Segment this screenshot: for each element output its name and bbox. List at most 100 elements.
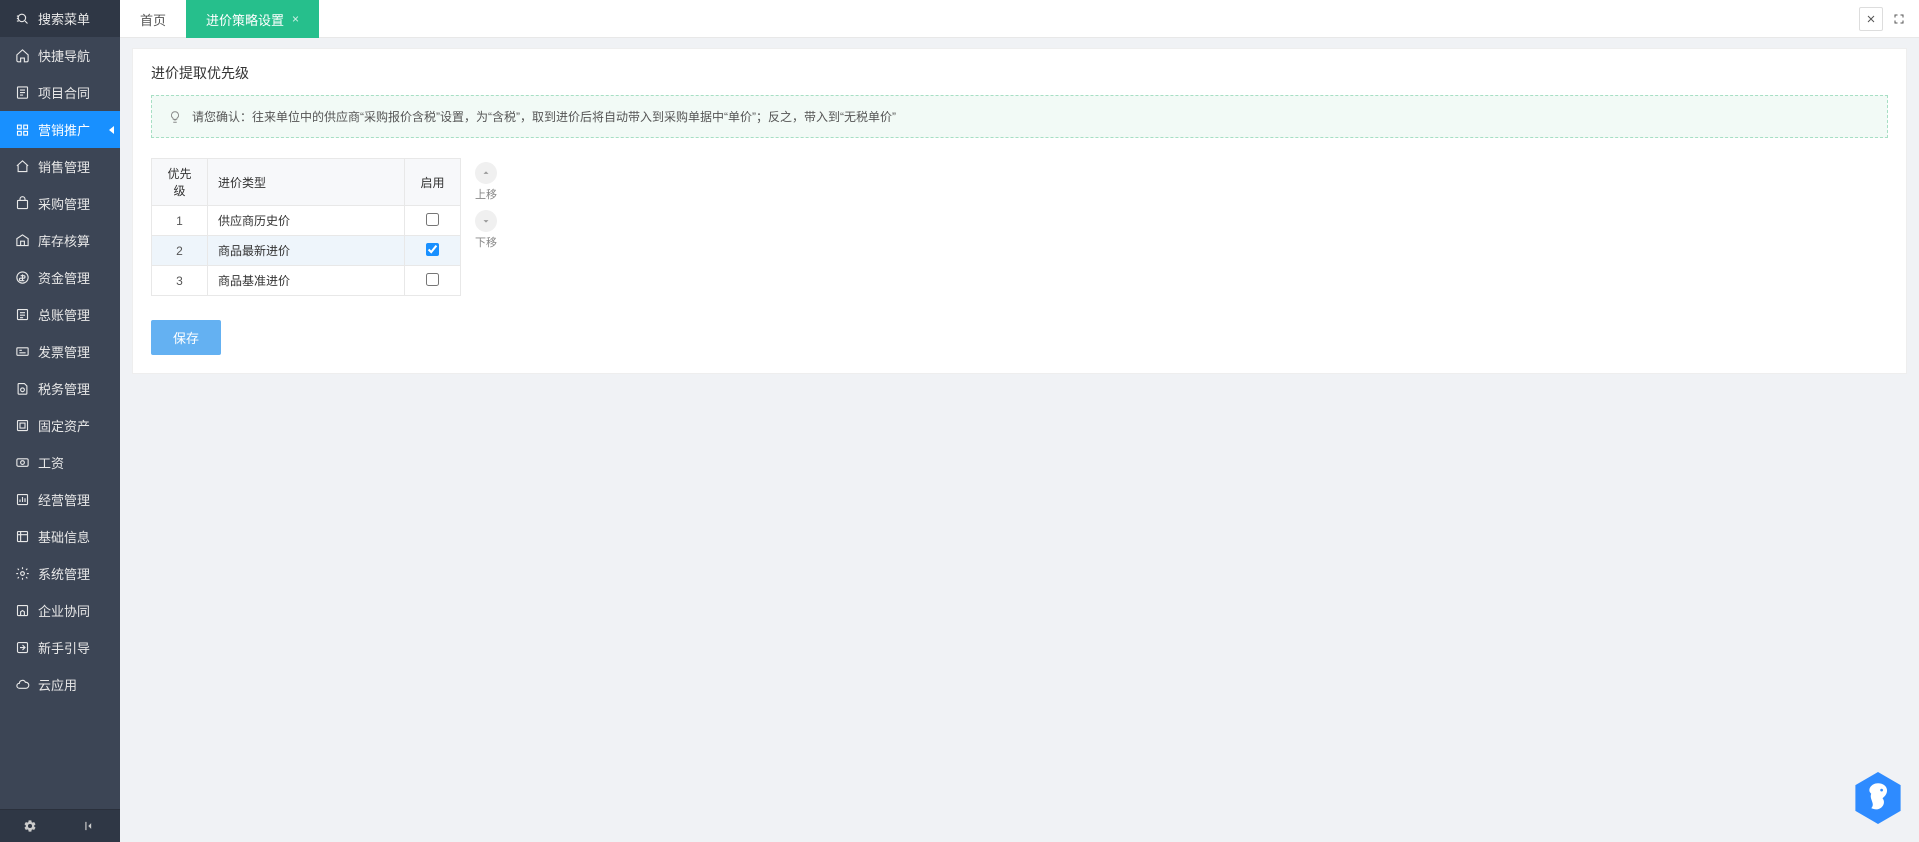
tax-icon [14, 381, 30, 397]
sidebar-item-label: 资金管理 [38, 268, 90, 287]
chevron-up-icon [481, 168, 491, 178]
sidebar-item-coop[interactable]: 企业协同 [0, 592, 120, 629]
search-icon [14, 11, 30, 27]
sidebar-item-tax[interactable]: 税务管理 [0, 370, 120, 407]
save-button[interactable]: 保存 [151, 320, 221, 355]
salary-icon [14, 455, 30, 471]
sidebar-item-asset[interactable]: 固定资产 [0, 407, 120, 444]
move-down-button[interactable]: 下移 [475, 210, 497, 250]
sidebar-item-search[interactable]: 搜索菜单 [0, 0, 120, 37]
col-header-enable: 启用 [405, 159, 461, 206]
col-header-priority: 优先级 [152, 159, 208, 206]
close-icon [1865, 13, 1877, 25]
sidebar-item-label: 总账管理 [38, 305, 90, 324]
sidebar-item-sales[interactable]: 销售管理 [0, 148, 120, 185]
sidebar-item-label: 云应用 [38, 675, 77, 694]
sidebar-item-label: 经营管理 [38, 490, 90, 509]
sidebar-item-ledger[interactable]: 总账管理 [0, 296, 120, 333]
operate-icon [14, 492, 30, 508]
close-all-tabs-button[interactable] [1859, 7, 1883, 31]
sidebar-item-label: 项目合同 [38, 83, 90, 102]
cell-type: 商品最新进价 [208, 236, 405, 266]
sidebar-item-guide[interactable]: 新手引导 [0, 629, 120, 666]
enable-checkbox[interactable] [426, 213, 439, 226]
sidebar-item-salary[interactable]: 工资 [0, 444, 120, 481]
chevron-down-icon [481, 216, 491, 226]
priority-table: 优先级 进价类型 启用 1供应商历史价2商品最新进价3商品基准进价 [151, 158, 461, 296]
stock-icon [14, 233, 30, 249]
collapse-sidebar-button[interactable] [60, 810, 120, 842]
alert-text: 请您确认：往来单位中的供应商“采购报价含税”设置，为“含税”，取到进价后将自动带… [192, 108, 896, 125]
bulb-icon [168, 110, 182, 124]
sidebar-item-stock[interactable]: 库存核算 [0, 222, 120, 259]
sidebar-item-operate[interactable]: 经营管理 [0, 481, 120, 518]
cell-priority: 2 [152, 236, 208, 266]
sidebar-item-label: 销售管理 [38, 157, 90, 176]
tab-policy[interactable]: 进价策略设置 × [186, 0, 319, 38]
fund-icon [14, 270, 30, 286]
coop-icon [14, 603, 30, 619]
sidebar-item-fund[interactable]: 资金管理 [0, 259, 120, 296]
sidebar-item-cloud[interactable]: 云应用 [0, 666, 120, 703]
gear-icon [23, 819, 37, 833]
tab-label: 进价策略设置 [206, 10, 284, 29]
cell-type: 供应商历史价 [208, 206, 405, 236]
col-header-type: 进价类型 [208, 159, 405, 206]
cloud-icon [14, 677, 30, 693]
tab-label: 首页 [140, 10, 166, 29]
sidebar-item-label: 基础信息 [38, 527, 90, 546]
table-row[interactable]: 2商品最新进价 [152, 236, 461, 266]
ledger-icon [14, 307, 30, 323]
cell-enable [405, 206, 461, 236]
move-up-button[interactable]: 上移 [475, 162, 497, 202]
cell-enable [405, 266, 461, 296]
sidebar-item-label: 新手引导 [38, 638, 90, 657]
sidebar-item-label: 系统管理 [38, 564, 90, 583]
info-alert: 请您确认：往来单位中的供应商“采购报价含税”设置，为“含税”，取到进价后将自动带… [151, 95, 1888, 138]
cell-enable [405, 236, 461, 266]
sidebar-item-label: 税务管理 [38, 379, 90, 398]
project-icon [14, 85, 30, 101]
move-down-label: 下移 [475, 234, 497, 250]
enable-checkbox[interactable] [426, 273, 439, 286]
tabs-bar: 首页 进价策略设置 × [120, 0, 1919, 38]
sidebar-item-quicknav[interactable]: 快捷导航 [0, 37, 120, 74]
page-title: 进价提取优先级 [133, 49, 1906, 95]
sidebar-item-label: 发票管理 [38, 342, 90, 361]
enable-checkbox[interactable] [426, 243, 439, 256]
sales-icon [14, 159, 30, 175]
sidebar-bottom-bar [0, 809, 120, 842]
sidebar-item-system[interactable]: 系统管理 [0, 555, 120, 592]
system-icon [14, 566, 30, 582]
table-row[interactable]: 1供应商历史价 [152, 206, 461, 236]
settings-button[interactable] [0, 810, 60, 842]
tab-close-button[interactable]: × [292, 12, 299, 26]
sidebar-item-label: 搜索菜单 [38, 9, 90, 28]
purchase-icon [14, 196, 30, 212]
guide-icon [14, 640, 30, 656]
sidebar-item-baseinfo[interactable]: 基础信息 [0, 518, 120, 555]
table-row[interactable]: 3商品基准进价 [152, 266, 461, 296]
asset-icon [14, 418, 30, 434]
quicknav-icon [14, 48, 30, 64]
sidebar-item-marketing[interactable]: 营销推广 [0, 111, 120, 148]
marketing-icon [14, 122, 30, 138]
invoice-icon [14, 344, 30, 360]
tab-home[interactable]: 首页 [120, 0, 186, 38]
baseinfo-icon [14, 529, 30, 545]
cell-priority: 3 [152, 266, 208, 296]
fullscreen-button[interactable] [1887, 7, 1911, 31]
settings-panel: 进价提取优先级 请您确认：往来单位中的供应商“采购报价含税”设置，为“含税”，取… [132, 48, 1907, 374]
sidebar: 搜索菜单快捷导航项目合同营销推广销售管理采购管理库存核算资金管理总账管理发票管理… [0, 0, 120, 842]
main-area: 首页 进价策略设置 × 进价提取优先级 [120, 0, 1919, 842]
cell-priority: 1 [152, 206, 208, 236]
sidebar-item-label: 库存核算 [38, 231, 90, 250]
sidebar-item-label: 快捷导航 [38, 46, 90, 65]
collapse-icon [83, 819, 97, 833]
sidebar-item-project[interactable]: 项目合同 [0, 74, 120, 111]
help-float-button[interactable] [1855, 772, 1901, 824]
bird-icon [1855, 772, 1901, 824]
sidebar-item-label: 工资 [38, 453, 64, 472]
sidebar-item-invoice[interactable]: 发票管理 [0, 333, 120, 370]
sidebar-item-purchase[interactable]: 采购管理 [0, 185, 120, 222]
